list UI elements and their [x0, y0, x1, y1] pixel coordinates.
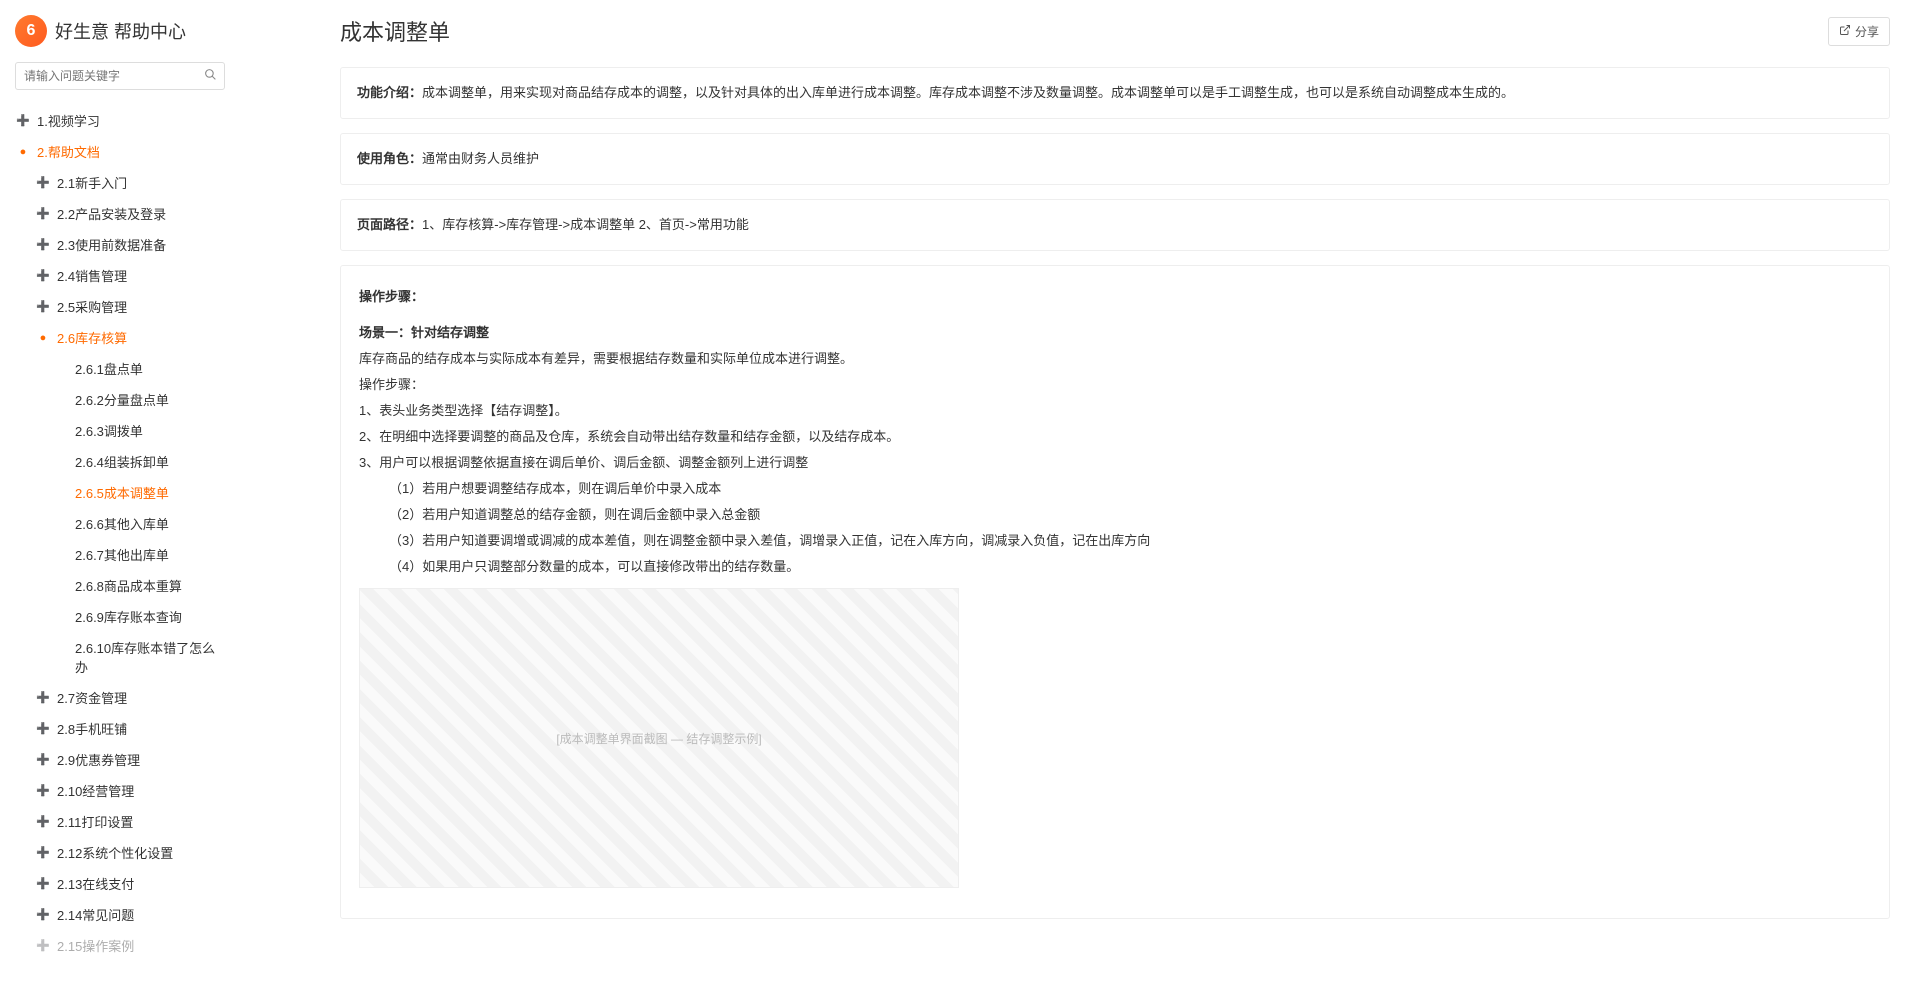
share-button[interactable]: 分享 [1828, 17, 1890, 46]
role-text: 通常由财务人员维护 [422, 151, 539, 166]
step-3a: （1）若用户想要调整结存成本，则在调后单价中录入成本 [359, 476, 1871, 502]
nav-top-docs[interactable]: ●2.帮助文档 [15, 136, 225, 167]
share-icon [1839, 24, 1851, 39]
plus-icon: ➕ [35, 783, 51, 799]
logo-brand: 6 好生意 帮助中心 [15, 15, 225, 47]
step-3d: （4）如果用户只调整部分数量的成本，可以直接修改带出的结存数量。 [359, 554, 1871, 580]
plus-icon: ➕ [15, 113, 31, 129]
nav-2-6-7[interactable]: 2.6.7其他出库单 [75, 539, 225, 570]
content-box: 操作步骤： 场景一：针对结存调整 库存商品的结存成本与实际成本有差异，需要根据结… [340, 265, 1890, 919]
steps-label: 操作步骤： [359, 284, 1871, 310]
steps2-label: 操作步骤： [359, 372, 1871, 398]
nav-2-2[interactable]: ➕2.2产品安装及登录 [35, 198, 225, 229]
nav-2-4[interactable]: ➕2.4销售管理 [35, 260, 225, 291]
minus-icon: ● [35, 330, 51, 346]
plus-icon: ➕ [35, 845, 51, 861]
nav-2-6-8[interactable]: 2.6.8商品成本重算 [75, 570, 225, 601]
plus-icon: ➕ [35, 907, 51, 923]
nav-2-6-1[interactable]: 2.6.1盘点单 [75, 353, 225, 384]
step-1: 1、表头业务类型选择【结存调整】。 [359, 398, 1871, 424]
step-3c: （3）若用户知道要调增或调减的成本差值，则在调整金额中录入差值，调增录入正值，记… [359, 528, 1871, 554]
nav-2-3[interactable]: ➕2.3使用前数据准备 [35, 229, 225, 260]
plus-icon: ➕ [35, 690, 51, 706]
path-box: 页面路径：1、库存核算->库存管理->成本调整单 2、首页->常用功能 [340, 199, 1890, 251]
step-2: 2、在明细中选择要调整的商品及仓库，系统会自动带出结存数量和结存金额，以及结存成… [359, 424, 1871, 450]
path-text: 1、库存核算->库存管理->成本调整单 2、首页->常用功能 [422, 217, 749, 232]
nav-2-13[interactable]: ➕2.13在线支付 [35, 868, 225, 899]
intro-label: 功能介绍： [357, 85, 422, 100]
plus-icon: ➕ [35, 206, 51, 222]
role-label: 使用角色： [357, 151, 422, 166]
screenshot-caption: [成本调整单界面截图 — 结存调整示例] [556, 730, 761, 747]
search-input[interactable] [15, 62, 225, 90]
nav-2-6-2[interactable]: 2.6.2分量盘点单 [75, 384, 225, 415]
nav-2-15[interactable]: ➕2.15操作案例 [35, 930, 225, 961]
scene1-desc: 库存商品的结存成本与实际成本有差异，需要根据结存数量和实际单位成本进行调整。 [359, 346, 1871, 372]
logo-icon: 6 [15, 15, 47, 47]
plus-icon: ➕ [35, 268, 51, 284]
plus-icon: ➕ [35, 299, 51, 315]
role-box: 使用角色：通常由财务人员维护 [340, 133, 1890, 185]
brand-title: 好生意 帮助中心 [55, 18, 186, 44]
plus-icon: ➕ [35, 876, 51, 892]
scene1-title: 场景一：针对结存调整 [359, 320, 1871, 346]
nav-2-14[interactable]: ➕2.14常见问题 [35, 899, 225, 930]
main-content: 成本调整单 分享 功能介绍：成本调整单，用来实现对商品结存成本的调整，以及针对具… [240, 0, 1920, 961]
sidebar: 6 好生意 帮助中心 ➕1.视频学习 ●2.帮助文档 ➕2.1新手入门 ➕2.2… [0, 0, 240, 961]
share-label: 分享 [1855, 23, 1879, 40]
plus-icon: ➕ [35, 814, 51, 830]
nav-2-6-3[interactable]: 2.6.3调拨单 [75, 415, 225, 446]
path-label: 页面路径： [357, 217, 422, 232]
minus-icon: ● [15, 144, 31, 160]
nav-2-6-5[interactable]: 2.6.5成本调整单 [75, 477, 225, 508]
nav-top-video[interactable]: ➕1.视频学习 [15, 105, 225, 136]
search-icon[interactable] [204, 68, 217, 84]
plus-icon: ➕ [35, 721, 51, 737]
plus-icon: ➕ [35, 938, 51, 954]
page-title: 成本调整单 [340, 15, 450, 47]
nav-2-6-6[interactable]: 2.6.6其他入库单 [75, 508, 225, 539]
search-box [15, 62, 225, 90]
nav-2-11[interactable]: ➕2.11打印设置 [35, 806, 225, 837]
nav-2-9[interactable]: ➕2.9优惠券管理 [35, 744, 225, 775]
nav-2-12[interactable]: ➕2.12系统个性化设置 [35, 837, 225, 868]
nav-2-6-9[interactable]: 2.6.9库存账本查询 [75, 601, 225, 632]
step-3b: （2）若用户知道调整总的结存金额，则在调后金额中录入总金额 [359, 502, 1871, 528]
nav-2-5[interactable]: ➕2.5采购管理 [35, 291, 225, 322]
nav-2-6-4[interactable]: 2.6.4组装拆卸单 [75, 446, 225, 477]
page-header: 成本调整单 分享 [340, 15, 1890, 47]
nav-2-7[interactable]: ➕2.7资金管理 [35, 682, 225, 713]
nav-2-1[interactable]: ➕2.1新手入门 [35, 167, 225, 198]
nav-2-6-10[interactable]: 2.6.10库存账本错了怎么办 [75, 632, 225, 682]
plus-icon: ➕ [35, 175, 51, 191]
intro-box: 功能介绍：成本调整单，用来实现对商品结存成本的调整，以及针对具体的出入库单进行成… [340, 67, 1890, 119]
nav-2-10[interactable]: ➕2.10经营管理 [35, 775, 225, 806]
nav-2-8[interactable]: ➕2.8手机旺铺 [35, 713, 225, 744]
plus-icon: ➕ [35, 237, 51, 253]
intro-text: 成本调整单，用来实现对商品结存成本的调整，以及针对具体的出入库单进行成本调整。库… [422, 85, 1514, 100]
nav-2-6[interactable]: ●2.6库存核算 [35, 322, 225, 353]
embedded-screenshot: [成本调整单界面截图 — 结存调整示例] [359, 588, 959, 888]
plus-icon: ➕ [35, 752, 51, 768]
step-3: 3、用户可以根据调整依据直接在调后单价、调后金额、调整金额列上进行调整 [359, 450, 1871, 476]
